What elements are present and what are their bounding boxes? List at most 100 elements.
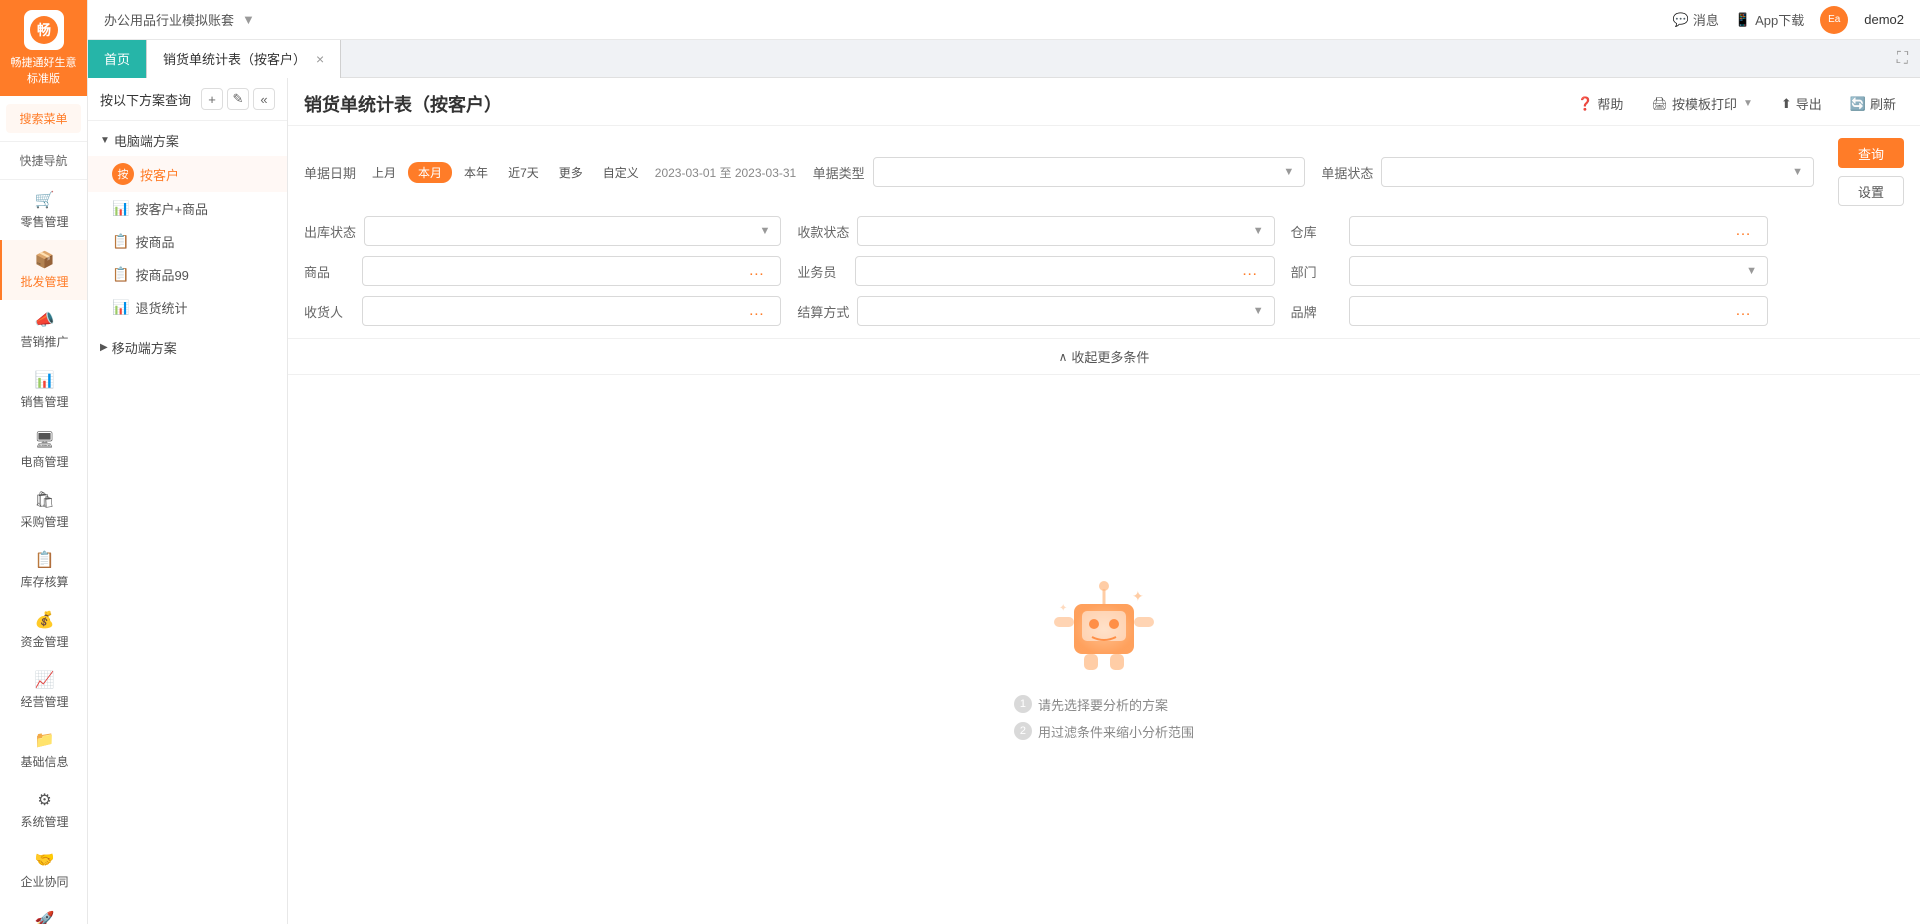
tip-number-2: 2: [1014, 722, 1032, 740]
dept-arrow-icon: ▼: [1746, 265, 1757, 277]
warehouse-label: 仓库: [1291, 222, 1341, 241]
out-status-arrow-icon: ▼: [759, 225, 770, 237]
sidebar-item-wholesale[interactable]: 📦 批发管理: [0, 240, 87, 300]
doc-type-select[interactable]: ▼: [873, 157, 1306, 187]
newguide-icon: 🚀: [35, 910, 55, 924]
brand-select[interactable]: …: [1349, 296, 1768, 326]
tab-expand-button[interactable]: ⛶: [1885, 50, 1920, 68]
app-download-label: App下载: [1755, 10, 1804, 29]
export-button[interactable]: ⬆ 导出: [1773, 90, 1830, 117]
goods-select[interactable]: …: [362, 256, 781, 286]
payment-select[interactable]: ▼: [857, 296, 1274, 326]
sidebar-item-finance[interactable]: 💰 资金管理: [0, 600, 87, 660]
sidebar-item-system[interactable]: ⚙ 系统管理: [0, 780, 87, 840]
purchase-icon: 🛍: [34, 490, 54, 510]
help-button[interactable]: ❓ 帮助: [1569, 90, 1631, 117]
collapse-panel-button[interactable]: «: [253, 88, 275, 110]
warehouse-select[interactable]: …: [1349, 216, 1768, 246]
avatar-initials: Ea: [1828, 14, 1840, 25]
sidebar-item-label: 营销推广: [20, 333, 68, 350]
main-area: 办公用品行业模拟账套 ▼ 💬 消息 📱 App下载 Ea demo2 首页 销货…: [88, 0, 1920, 924]
date-tab-more[interactable]: 更多: [551, 162, 591, 183]
sidebar-item-label: 基础信息: [20, 753, 68, 770]
scheme-item-return-stats[interactable]: 📊 退货统计: [88, 291, 287, 324]
right-panel: 销货单统计表（按客户） ❓ 帮助 🖨 按模板打印 ▼ ⬆ 导出: [288, 78, 1920, 924]
message-button[interactable]: 💬 消息: [1673, 10, 1719, 29]
sidebar-item-marketing[interactable]: 📣 营销推广: [0, 300, 87, 360]
scheme-item-by-goods[interactable]: 📋 按商品: [88, 225, 287, 258]
quick-nav-section: 快捷导航: [0, 142, 87, 180]
sidebar-item-cooperation[interactable]: 🤝 企业协同: [0, 840, 87, 900]
date-group: 上月 本月 本年 近7天 更多 自定义 2023-03-01 至 2023-03…: [364, 162, 797, 183]
sidebar-item-sales[interactable]: 📊 销售管理: [0, 360, 87, 420]
dept-select[interactable]: ▼: [1349, 256, 1768, 286]
sidebar-item-inventory[interactable]: 📋 库存核算: [0, 540, 87, 600]
chevron-up-icon: ∧: [1059, 350, 1068, 364]
doc-status-select[interactable]: ▼: [1381, 157, 1814, 187]
sales-icon: 📊: [35, 370, 55, 390]
scheme-item-goods-99[interactable]: 📋 按商品99: [88, 258, 287, 291]
receive-status-select[interactable]: ▼: [857, 216, 1274, 246]
date-tab-this-month[interactable]: 本月: [408, 162, 452, 183]
query-buttons: 查询 设置: [1838, 138, 1904, 206]
scheme-panel-header: 按以下方案查询 + ✎ «: [88, 78, 287, 121]
tip-text-1: 请先选择要分析的方案: [1038, 695, 1168, 714]
tip-text-2: 用过滤条件来缩小分析范围: [1038, 722, 1194, 741]
sidebar-item-purchase[interactable]: 🛍 采购管理: [0, 480, 87, 540]
user-avatar[interactable]: Ea: [1820, 6, 1848, 34]
pc-scheme-group-toggle[interactable]: ▼ 电脑端方案: [88, 125, 287, 156]
sidebar-item-ecommerce[interactable]: 🖥 电商管理: [0, 420, 87, 480]
refresh-button[interactable]: 🔄 刷新: [1842, 90, 1904, 117]
goods-dots-icon[interactable]: …: [742, 262, 770, 280]
edit-scheme-button[interactable]: ✎: [227, 88, 249, 110]
page-actions: ❓ 帮助 🖨 按模板打印 ▼ ⬆ 导出 🔄 刷新: [1569, 90, 1904, 117]
date-tabs: 上月 本月 本年 近7天 更多 自定义: [364, 162, 647, 183]
print-dropdown-icon[interactable]: ▼: [1743, 98, 1753, 109]
search-menu-button[interactable]: 搜索菜单: [6, 104, 81, 133]
sidebar-menu: 🛒 零售管理 📦 批发管理 📣 营销推广 📊 销售管理 🖥 电商管理 🛍 采购管…: [0, 180, 87, 924]
dropdown-arrow-icon[interactable]: ▼: [242, 12, 255, 27]
receiver-select[interactable]: …: [362, 296, 781, 326]
form-row-3: 商品 … 业务员 … 部门: [304, 256, 1904, 286]
query-button[interactable]: 查询: [1838, 138, 1904, 168]
goods-field: 商品 …: [304, 256, 781, 286]
settings-button[interactable]: 设置: [1838, 176, 1904, 206]
add-scheme-button[interactable]: +: [201, 88, 223, 110]
receiver-dots-icon[interactable]: …: [742, 302, 770, 320]
tab-close-icon[interactable]: ×: [316, 51, 324, 67]
date-tab-custom[interactable]: 自定义: [595, 162, 647, 183]
svg-text:畅: 畅: [37, 22, 51, 38]
ecommerce-icon: 🖥: [34, 430, 54, 450]
mobile-scheme-group-toggle[interactable]: ▶ 移动端方案: [88, 332, 287, 363]
app-download-button[interactable]: 📱 App下载: [1735, 10, 1804, 29]
out-status-select[interactable]: ▼: [364, 216, 781, 246]
basic-icon: 📁: [35, 730, 55, 750]
sidebar-item-retail[interactable]: 🛒 零售管理: [0, 180, 87, 240]
sidebar-item-basic[interactable]: 📁 基础信息: [0, 720, 87, 780]
sidebar-item-operation[interactable]: 📈 经营管理: [0, 660, 87, 720]
tab-home[interactable]: 首页: [88, 40, 147, 78]
app-logo[interactable]: 畅 畅捷通好生意 标准版: [0, 0, 87, 96]
payment-field: 结算方式 ▼: [797, 296, 1274, 326]
goods-icon: 📋: [112, 233, 129, 250]
brand-label: 品牌: [1291, 302, 1341, 321]
dept-label: 部门: [1291, 262, 1341, 281]
collapse-bar[interactable]: ∧ 收起更多条件: [288, 339, 1920, 375]
date-tab-this-year[interactable]: 本年: [456, 162, 496, 183]
quick-nav-button[interactable]: 快捷导航: [0, 146, 87, 175]
warehouse-dots-icon[interactable]: …: [1729, 222, 1757, 240]
date-tab-7days[interactable]: 近7天: [500, 162, 547, 183]
salesperson-select[interactable]: …: [855, 256, 1274, 286]
scheme-item-customer-goods[interactable]: 📊 按客户+商品: [88, 192, 287, 225]
date-tab-last-month[interactable]: 上月: [364, 162, 404, 183]
salesperson-dots-icon[interactable]: …: [1236, 262, 1264, 280]
receive-status-label: 收款状态: [797, 222, 849, 241]
sidebar-item-newguide[interactable]: 🚀 新手引导: [0, 900, 87, 924]
sidebar: 畅 畅捷通好生意 标准版 搜索菜单 快捷导航 🛒 零售管理 📦 批发管理 📣 营…: [0, 0, 88, 924]
tab-sales-stats[interactable]: 销货单统计表（按客户） ×: [147, 40, 341, 78]
scheme-item-by-customer[interactable]: 按 按客户: [88, 156, 287, 192]
print-button[interactable]: 🖨 按模板打印 ▼: [1643, 90, 1760, 117]
app-subtitle: 标准版: [27, 70, 60, 86]
date-field: 单据日期 上月 本月 本年 近7天 更多 自定义 2023-03-01 至 20…: [304, 162, 797, 183]
brand-dots-icon[interactable]: …: [1729, 302, 1757, 320]
